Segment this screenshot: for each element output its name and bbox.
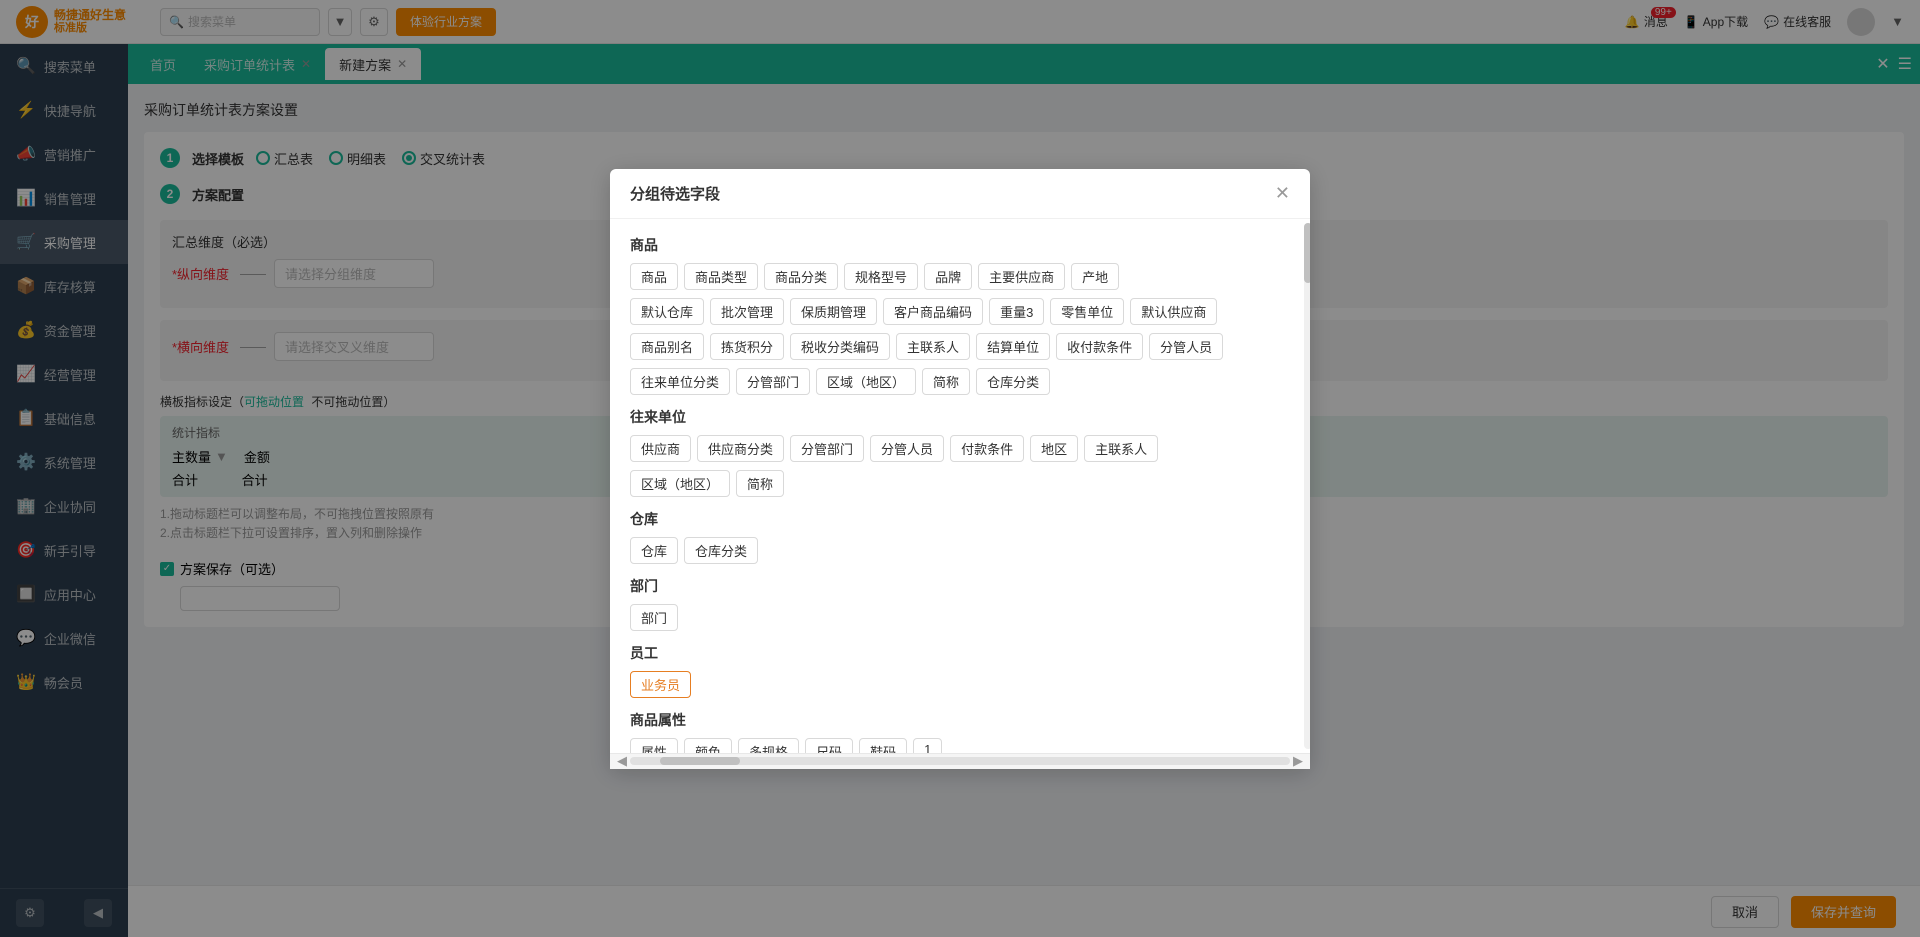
tag-contact-7[interactable]: 区域（地区） xyxy=(630,470,730,497)
tag-goods-8[interactable]: 批次管理 xyxy=(710,298,784,325)
tag-contact-4[interactable]: 付款条件 xyxy=(950,435,1024,462)
tag-goods-22[interactable]: 分管部门 xyxy=(736,368,810,395)
hscroll-bar xyxy=(630,757,1290,765)
tag-goods-12[interactable]: 零售单位 xyxy=(1050,298,1124,325)
tag-attr-1[interactable]: 颜色 xyxy=(684,738,732,753)
tag-goods-4[interactable]: 品牌 xyxy=(924,263,972,290)
tag-goods-11[interactable]: 重量3 xyxy=(989,298,1044,325)
tags-attr: 属性 颜色 多规格 尺码 鞋码 1 xyxy=(630,738,1278,753)
tag-goods-7[interactable]: 默认仓库 xyxy=(630,298,704,325)
tag-contact-0[interactable]: 供应商 xyxy=(630,435,691,462)
tag-staff-0[interactable]: 业务员 xyxy=(630,671,691,698)
tags-dept: 部门 xyxy=(630,604,1278,631)
modal-overlay[interactable]: 分组待选字段 ✕ 商品 商品 商品类型 商品分类 规格型号 品牌 主要供应商 产… xyxy=(0,0,1920,937)
section-title-warehouse: 仓库 xyxy=(630,509,1278,529)
modal-bottom-bar: ◀ ▶ xyxy=(610,753,1310,769)
tags-goods-4: 往来单位分类 分管部门 区域（地区） 简称 仓库分类 xyxy=(630,368,1278,395)
tag-attr-0[interactable]: 属性 xyxy=(630,738,678,753)
tag-goods-1[interactable]: 商品类型 xyxy=(684,263,758,290)
section-title-staff: 员工 xyxy=(630,643,1278,663)
tag-goods-16[interactable]: 税收分类编码 xyxy=(790,333,890,360)
tag-goods-3[interactable]: 规格型号 xyxy=(844,263,918,290)
tag-goods-20[interactable]: 分管人员 xyxy=(1149,333,1223,360)
tag-goods-13[interactable]: 默认供应商 xyxy=(1130,298,1217,325)
tags-staff: 业务员 xyxy=(630,671,1278,698)
tag-goods-24[interactable]: 简称 xyxy=(922,368,970,395)
tag-dept-0[interactable]: 部门 xyxy=(630,604,678,631)
hscroll-left-btn[interactable]: ◀ xyxy=(614,753,630,769)
tags-goods-2: 默认仓库 批次管理 保质期管理 客户商品编码 重量3 零售单位 默认供应商 xyxy=(630,298,1278,325)
hscroll-thumb[interactable] xyxy=(660,757,740,765)
tag-contact-1[interactable]: 供应商分类 xyxy=(697,435,784,462)
modal-body: 商品 商品 商品类型 商品分类 规格型号 品牌 主要供应商 产地 默认仓库 批次… xyxy=(610,219,1298,753)
hscroll-right-btn[interactable]: ▶ xyxy=(1290,753,1306,769)
section-title-dept: 部门 xyxy=(630,576,1278,596)
tag-goods-0[interactable]: 商品 xyxy=(630,263,678,290)
tag-goods-6[interactable]: 产地 xyxy=(1071,263,1119,290)
modal-scrollbar-area xyxy=(1298,219,1310,753)
tag-goods-17[interactable]: 主联系人 xyxy=(896,333,970,360)
tag-contact-5[interactable]: 地区 xyxy=(1030,435,1078,462)
tag-goods-2[interactable]: 商品分类 xyxy=(764,263,838,290)
tag-contact-6[interactable]: 主联系人 xyxy=(1084,435,1158,462)
modal-dialog: 分组待选字段 ✕ 商品 商品 商品类型 商品分类 规格型号 品牌 主要供应商 产… xyxy=(610,169,1310,769)
modal-header: 分组待选字段 ✕ xyxy=(610,169,1310,219)
tags-contact-2: 区域（地区） 简称 xyxy=(630,470,1278,497)
tag-warehouse-1[interactable]: 仓库分类 xyxy=(684,537,758,564)
tag-goods-19[interactable]: 收付款条件 xyxy=(1056,333,1143,360)
tag-attr-4[interactable]: 鞋码 xyxy=(859,738,907,753)
section-title-goods: 商品 xyxy=(630,235,1278,255)
tag-goods-23[interactable]: 区域（地区） xyxy=(816,368,916,395)
tag-goods-21[interactable]: 往来单位分类 xyxy=(630,368,730,395)
tags-contact: 供应商 供应商分类 分管部门 分管人员 付款条件 地区 主联系人 xyxy=(630,435,1278,462)
tag-goods-5[interactable]: 主要供应商 xyxy=(978,263,1065,290)
tag-attr-3[interactable]: 尺码 xyxy=(805,738,853,753)
tag-contact-3[interactable]: 分管人员 xyxy=(870,435,944,462)
modal-scrollbar[interactable] xyxy=(1304,223,1310,749)
tag-contact-8[interactable]: 简称 xyxy=(736,470,784,497)
tag-goods-25[interactable]: 仓库分类 xyxy=(976,368,1050,395)
tags-warehouse: 仓库 仓库分类 xyxy=(630,537,1278,564)
tag-attr-5[interactable]: 1 xyxy=(913,738,942,753)
section-title-attr: 商品属性 xyxy=(630,710,1278,730)
tag-attr-2[interactable]: 多规格 xyxy=(738,738,799,753)
tags-goods: 商品 商品类型 商品分类 规格型号 品牌 主要供应商 产地 xyxy=(630,263,1278,290)
tag-goods-14[interactable]: 商品别名 xyxy=(630,333,704,360)
modal-close-btn[interactable]: ✕ xyxy=(1275,183,1290,204)
section-title-contact: 往来单位 xyxy=(630,407,1278,427)
tag-warehouse-0[interactable]: 仓库 xyxy=(630,537,678,564)
tags-goods-3: 商品别名 拣货积分 税收分类编码 主联系人 结算单位 收付款条件 分管人员 xyxy=(630,333,1278,360)
scrollbar-thumb[interactable] xyxy=(1304,223,1310,283)
tag-goods-10[interactable]: 客户商品编码 xyxy=(883,298,983,325)
tag-contact-2[interactable]: 分管部门 xyxy=(790,435,864,462)
tag-goods-15[interactable]: 拣货积分 xyxy=(710,333,784,360)
tag-goods-9[interactable]: 保质期管理 xyxy=(790,298,877,325)
modal-title: 分组待选字段 xyxy=(630,183,720,204)
tag-goods-18[interactable]: 结算单位 xyxy=(976,333,1050,360)
